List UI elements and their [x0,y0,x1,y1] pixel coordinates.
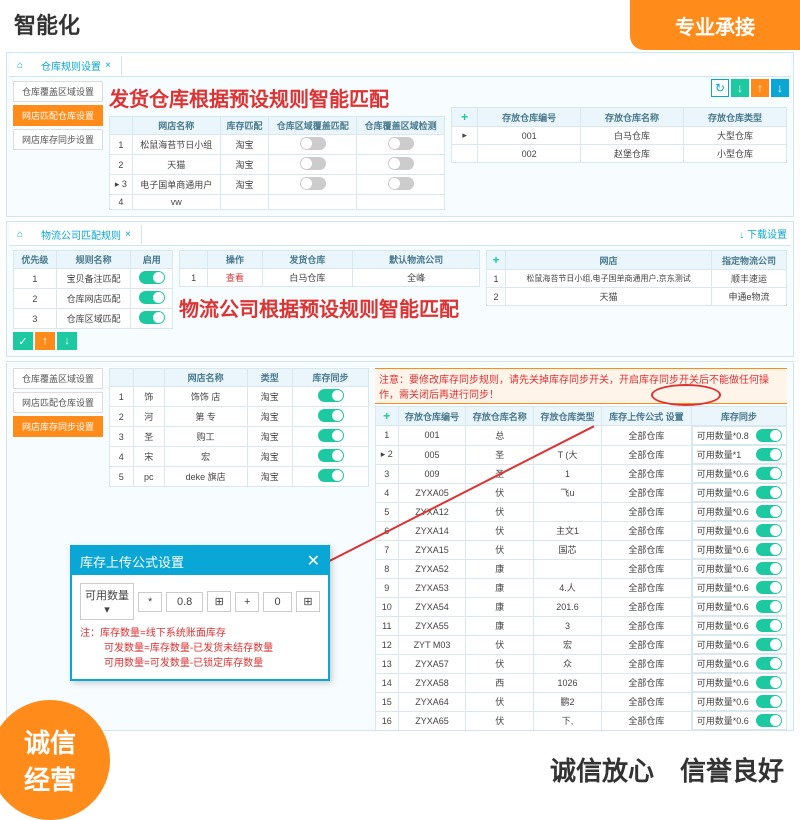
toggle[interactable] [756,467,782,480]
val2-input[interactable]: 0 [263,592,292,612]
hero-text: 发货仓库根据预设规则智能匹配 [109,81,445,116]
sidebar-item-sync[interactable]: 网店库存同步设置 [13,416,103,437]
slogan-1: 诚信放心 [550,751,654,788]
toggle[interactable] [756,429,782,442]
toggle[interactable] [756,505,782,518]
home-icon[interactable]: ⌂ [9,55,31,77]
panel3-right-table: +存放仓库编号存放仓库名称存放仓库类型库存上传公式 设置库存同步 1001总全部… [375,406,787,731]
toggle[interactable] [756,562,782,575]
panel2-right-table: +网店指定物流公司 1松鼠海苔节日小组,电子国单商通用户,京东测试顺丰速运 2天… [486,250,787,306]
refresh-button[interactable]: ↻ [711,79,729,97]
toggle[interactable] [318,409,344,422]
down-button[interactable]: ↓ [731,79,749,97]
formula-note: 注：库存数量=线下系统账面库存 可发数量=库存数量-已发货未结存数量 可用数量=… [80,626,320,671]
field-select[interactable]: 可用数量 ▾ [80,583,134,620]
toggle[interactable] [756,676,782,689]
sidebar: 仓库覆盖区域设置 网店匹配仓库设置 网店库存同步设置 [13,81,103,210]
close-icon[interactable]: × [105,60,111,71]
panel1-controls: ↻ ↓ ↑ ↓ [711,79,789,97]
panel-warehouse-rules: ⌂ 仓库规则设置× ↻ ↓ ↑ ↓ 仓库覆盖区域设置 网店匹配仓库设置 网店库存… [6,52,794,217]
toggle[interactable] [300,137,326,150]
down2-button[interactable]: ↓ [771,79,789,97]
sidebar-item-sync[interactable]: 网店库存同步设置 [13,129,103,150]
op1[interactable]: * [138,592,162,612]
sidebar-item-area[interactable]: 仓库覆盖区域设置 [13,368,103,389]
tab-logistics[interactable]: 物流公司匹配规则× [31,225,142,244]
toggle[interactable] [756,657,782,670]
toggle[interactable] [318,449,344,462]
up-button[interactable]: ↑ [35,332,55,350]
panel2-mid-table: 操作发货仓库默认物流公司 1查看白马仓库全峰 [179,250,480,287]
close-icon[interactable]: ✕ [307,551,320,571]
calc-icon[interactable]: ⊞ [207,591,231,612]
toggle[interactable] [756,581,782,594]
warning-notice: 注意：要修改库存同步规则，请先关掉库存同步开关，开启库存同步开关后不能做任何操作… [375,368,787,404]
toggle[interactable] [756,486,782,499]
panel1-left-table: 网店名称库存匹配仓库区域覆盖匹配仓库覆盖区域检测 1松鼠海苔节日小组淘宝 2天猫… [109,116,445,210]
toggle[interactable] [756,543,782,556]
up-button[interactable]: ↑ [751,79,769,97]
tabstrip: ⌂ 仓库规则设置× [9,55,791,77]
toggle[interactable] [756,448,782,461]
toggle[interactable] [756,619,782,632]
panel1-right-table: +存放仓库编号存放仓库名称存放仓库类型 ▸001白马仓库大型仓库 002赵堡仓库… [451,107,787,163]
toggle[interactable] [318,469,344,482]
home-icon[interactable]: ⌂ [9,224,31,246]
panel3-left-table: 网店名称类型库存同步 1饰饰饰 店淘宝2河第 专淘宝3圣购工淘宝4宋宏淘宝5pc… [109,368,369,487]
calc-icon[interactable]: ⊞ [296,591,320,612]
toggle[interactable] [756,638,782,651]
val1-input[interactable]: 0.8 [166,592,203,612]
panel-logistics-rules: ⌂ 物流公司匹配规则× ↓ 下载设置 优先级规则名称启用 1宝贝备注匹配 2仓库… [6,221,794,357]
highlight-circle [651,384,721,406]
op2[interactable]: + [235,592,259,612]
sidebar-item-match[interactable]: 网店匹配仓库设置 [13,105,103,126]
download-link[interactable]: ↓ 下载设置 [739,226,787,241]
slogan-2: 信誉良好 [680,751,784,788]
dialog-title: 库存上传公式设置 [80,552,184,571]
trust-badge: 诚信经营 [0,700,110,820]
save-button[interactable]: ✓ [13,332,33,350]
hero-text-2: 物流公司根据预设规则智能匹配 [179,291,480,326]
panel2-priority-table: 优先级规则名称启用 1宝贝备注匹配 2仓库网店匹配 3仓库区域匹配 [13,250,173,329]
add-icon[interactable]: + [461,110,468,124]
toggle[interactable] [756,524,782,537]
sidebar-item-area[interactable]: 仓库覆盖区域设置 [13,81,103,102]
corner-badge: 专业承接 [630,0,800,50]
footer: 诚信经营 诚信放心 信誉良好 [0,700,800,800]
formula-dialog: 库存上传公式设置 ✕ 可用数量 ▾ * 0.8 ⊞ + 0 ⊞ 注：库存数量=线下… [70,545,330,681]
toggle[interactable] [756,600,782,613]
tab-warehouse[interactable]: 仓库规则设置× [31,56,122,75]
sidebar-item-match[interactable]: 网店匹配仓库设置 [13,392,103,413]
formula-row: 可用数量 ▾ * 0.8 ⊞ + 0 ⊞ [80,583,320,620]
down-button[interactable]: ↓ [57,332,77,350]
toggle[interactable] [318,429,344,442]
toggle[interactable] [318,389,344,402]
